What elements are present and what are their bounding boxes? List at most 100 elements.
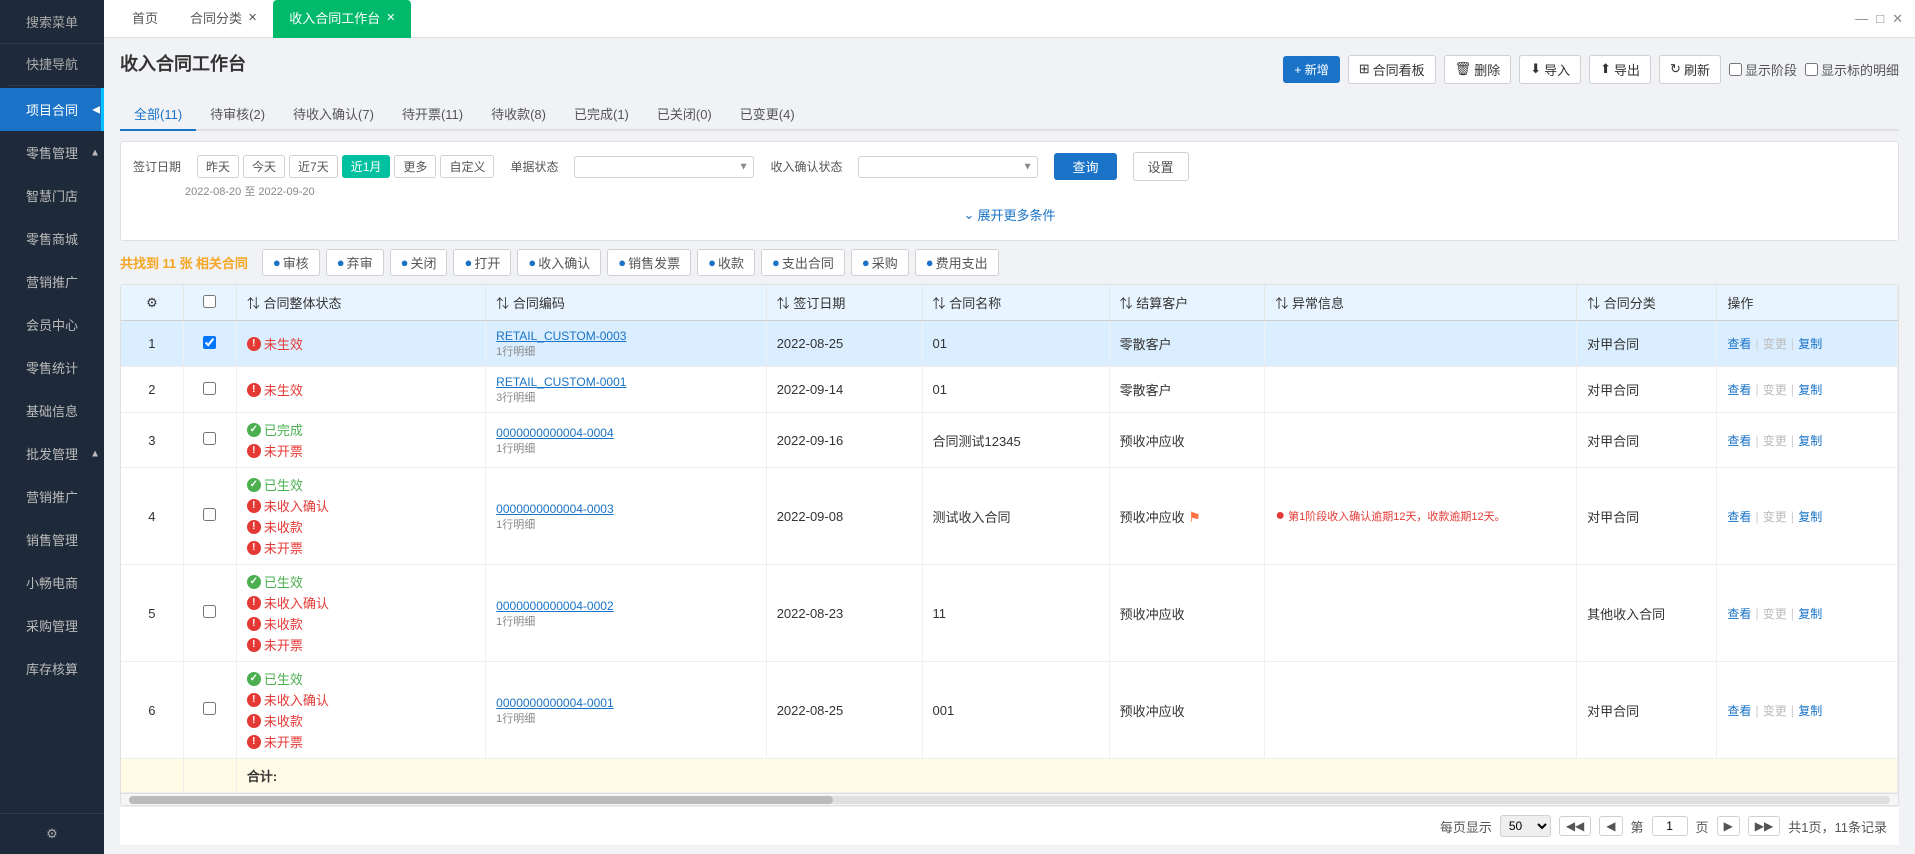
view-link[interactable]: 查看 (1727, 432, 1751, 449)
page-input[interactable]: 1 (1652, 816, 1688, 836)
view-link[interactable]: 查看 (1727, 335, 1751, 352)
sidebar-item-purchase[interactable]: 采购管理 (0, 604, 104, 647)
contract-code-link[interactable]: RETAIL_CUSTOM-0003 (496, 329, 626, 343)
copy-link[interactable]: 复制 (1798, 381, 1822, 398)
expense-out-btn[interactable]: ● 支出合同 (761, 249, 845, 276)
show-stage-input[interactable] (1729, 63, 1742, 76)
copy-link[interactable]: 复制 (1798, 335, 1822, 352)
close-icon[interactable]: ✕ (1892, 11, 1903, 27)
filter-tab-closed[interactable]: 已关闭(0) (643, 98, 726, 131)
date-last1m-btn[interactable]: 近1月 (342, 155, 391, 178)
sidebar-item-retail-stat[interactable]: 零售统计 (0, 346, 104, 389)
last-page-btn[interactable]: ▶▶ (1748, 816, 1780, 836)
date-more-btn[interactable]: 更多 (394, 155, 436, 178)
add-button[interactable]: + 新增 (1283, 56, 1339, 83)
change-link[interactable]: 变更 (1763, 605, 1787, 622)
first-page-btn[interactable]: ◀◀ (1559, 816, 1591, 836)
change-link[interactable]: 变更 (1763, 335, 1787, 352)
copy-link[interactable]: 复制 (1798, 508, 1822, 525)
sidebar-item-xiaochangec[interactable]: 小畅电商 (0, 561, 104, 604)
sidebar-settings[interactable]: ⚙ (0, 813, 104, 854)
reset-button[interactable]: 设置 (1133, 152, 1189, 181)
view-link[interactable]: 查看 (1727, 508, 1751, 525)
sidebar-item-inventory[interactable]: 库存核算 (0, 647, 104, 690)
horizontal-scrollbar[interactable] (121, 793, 1898, 805)
change-link[interactable]: 变更 (1763, 381, 1787, 398)
change-link[interactable]: 变更 (1763, 702, 1787, 719)
sidebar-item-online-store[interactable]: 零售商城 (0, 217, 104, 260)
sidebar-item-project[interactable]: 项目合同 ◀ (0, 88, 104, 131)
expense-pay-btn[interactable]: ● 费用支出 (915, 249, 999, 276)
delete-button[interactable]: 🗑 删除 (1444, 55, 1512, 84)
date-last7-btn[interactable]: 近7天 (289, 155, 338, 178)
row-checkbox[interactable] (203, 605, 216, 618)
abandon-btn[interactable]: ● 弃审 (326, 249, 384, 276)
maximize-icon[interactable]: □ (1876, 11, 1884, 26)
review-btn[interactable]: ● 审核 (262, 249, 320, 276)
show-detail-checkbox[interactable]: 显示标的明细 (1805, 60, 1899, 79)
sidebar-item-basic-info[interactable]: 基础信息 (0, 389, 104, 432)
filter-tab-pending-confirm[interactable]: 待收入确认(7) (279, 98, 388, 131)
show-detail-input[interactable] (1805, 63, 1818, 76)
income-confirm-select[interactable] (858, 156, 1038, 178)
contract-code-link[interactable]: 0000000000004-0002 (496, 599, 613, 613)
sidebar-item-member[interactable]: 会员中心 (0, 303, 104, 346)
contract-board-button[interactable]: ⊞ 合同看板 (1348, 55, 1436, 84)
row-checkbox[interactable] (203, 336, 216, 349)
tab-close-icon[interactable]: ✕ (386, 11, 395, 24)
copy-link[interactable]: 复制 (1798, 702, 1822, 719)
payment-btn[interactable]: ● 收款 (697, 249, 755, 276)
sidebar-item-marketing2[interactable]: 营销推广 (0, 475, 104, 518)
sidebar-item-sales[interactable]: 销售管理 (0, 518, 104, 561)
select-all-checkbox[interactable] (203, 295, 216, 308)
contract-code-link[interactable]: 0000000000004-0004 (496, 426, 613, 440)
income-confirm-btn[interactable]: ● 收入确认 (517, 249, 601, 276)
doc-status-select[interactable] (574, 156, 754, 178)
sidebar-item-marketing[interactable]: 营销推广 (0, 260, 104, 303)
sidebar-item-retail[interactable]: 零售管理 ▲ (0, 131, 104, 174)
sidebar-nav[interactable]: 快捷导航 (0, 44, 104, 83)
close-btn[interactable]: ● 关闭 (390, 249, 448, 276)
change-link[interactable]: 变更 (1763, 508, 1787, 525)
filter-tab-changed[interactable]: 已变更(4) (726, 98, 809, 131)
settings-icon[interactable]: ⚙ (146, 295, 158, 310)
tab-income-workbench[interactable]: 收入合同工作台 ✕ (273, 0, 411, 38)
filter-tab-all[interactable]: 全部(11) (120, 98, 196, 131)
sidebar-search[interactable]: 搜索菜单 (0, 0, 104, 44)
view-link[interactable]: 查看 (1727, 702, 1751, 719)
refresh-button[interactable]: ↻ 刷新 (1659, 55, 1721, 84)
contract-code-link[interactable]: RETAIL_CUSTOM-0001 (496, 375, 626, 389)
row-checkbox[interactable] (203, 508, 216, 521)
tab-close-icon[interactable]: ✕ (248, 11, 257, 24)
tab-home[interactable]: 首页 (116, 0, 174, 38)
date-today-btn[interactable]: 今天 (243, 155, 285, 178)
filter-tab-pending-review[interactable]: 待审核(2) (196, 98, 279, 131)
filter-tab-completed[interactable]: 已完成(1) (560, 98, 643, 131)
next-page-btn[interactable]: ▶ (1717, 816, 1740, 836)
date-custom-btn[interactable]: 自定义 (440, 155, 494, 178)
sidebar-item-smart-store[interactable]: 智慧门店 (0, 174, 104, 217)
purchase-btn[interactable]: ● 采购 (851, 249, 909, 276)
contract-code-link[interactable]: 0000000000004-0001 (496, 696, 613, 710)
change-link[interactable]: 变更 (1763, 432, 1787, 449)
view-link[interactable]: 查看 (1727, 605, 1751, 622)
export-button[interactable]: ⬆ 导出 (1589, 55, 1651, 84)
prev-page-btn[interactable]: ◀ (1599, 816, 1622, 836)
copy-link[interactable]: 复制 (1798, 432, 1822, 449)
row-checkbox[interactable] (203, 432, 216, 445)
open-btn[interactable]: ● 打开 (453, 249, 511, 276)
row-checkbox[interactable] (203, 382, 216, 395)
view-link[interactable]: 查看 (1727, 381, 1751, 398)
per-page-select[interactable]: 50 10 20 100 (1500, 815, 1551, 837)
tab-contract-category[interactable]: 合同分类 ✕ (174, 0, 273, 38)
expand-conditions-btn[interactable]: ⌄ 展开更多条件 (964, 205, 1056, 224)
date-yesterday-btn[interactable]: 昨天 (197, 155, 239, 178)
filter-tab-pending-invoice[interactable]: 待开票(11) (388, 98, 477, 131)
contract-code-link[interactable]: 0000000000004-0003 (496, 502, 613, 516)
copy-link[interactable]: 复制 (1798, 605, 1822, 622)
import-button[interactable]: ⬇ 导入 (1519, 55, 1581, 84)
sales-invoice-btn[interactable]: ● 销售发票 (607, 249, 691, 276)
row-checkbox[interactable] (203, 702, 216, 715)
query-button[interactable]: 查询 (1054, 153, 1116, 180)
filter-tab-pending-payment[interactable]: 待收款(8) (477, 98, 560, 131)
